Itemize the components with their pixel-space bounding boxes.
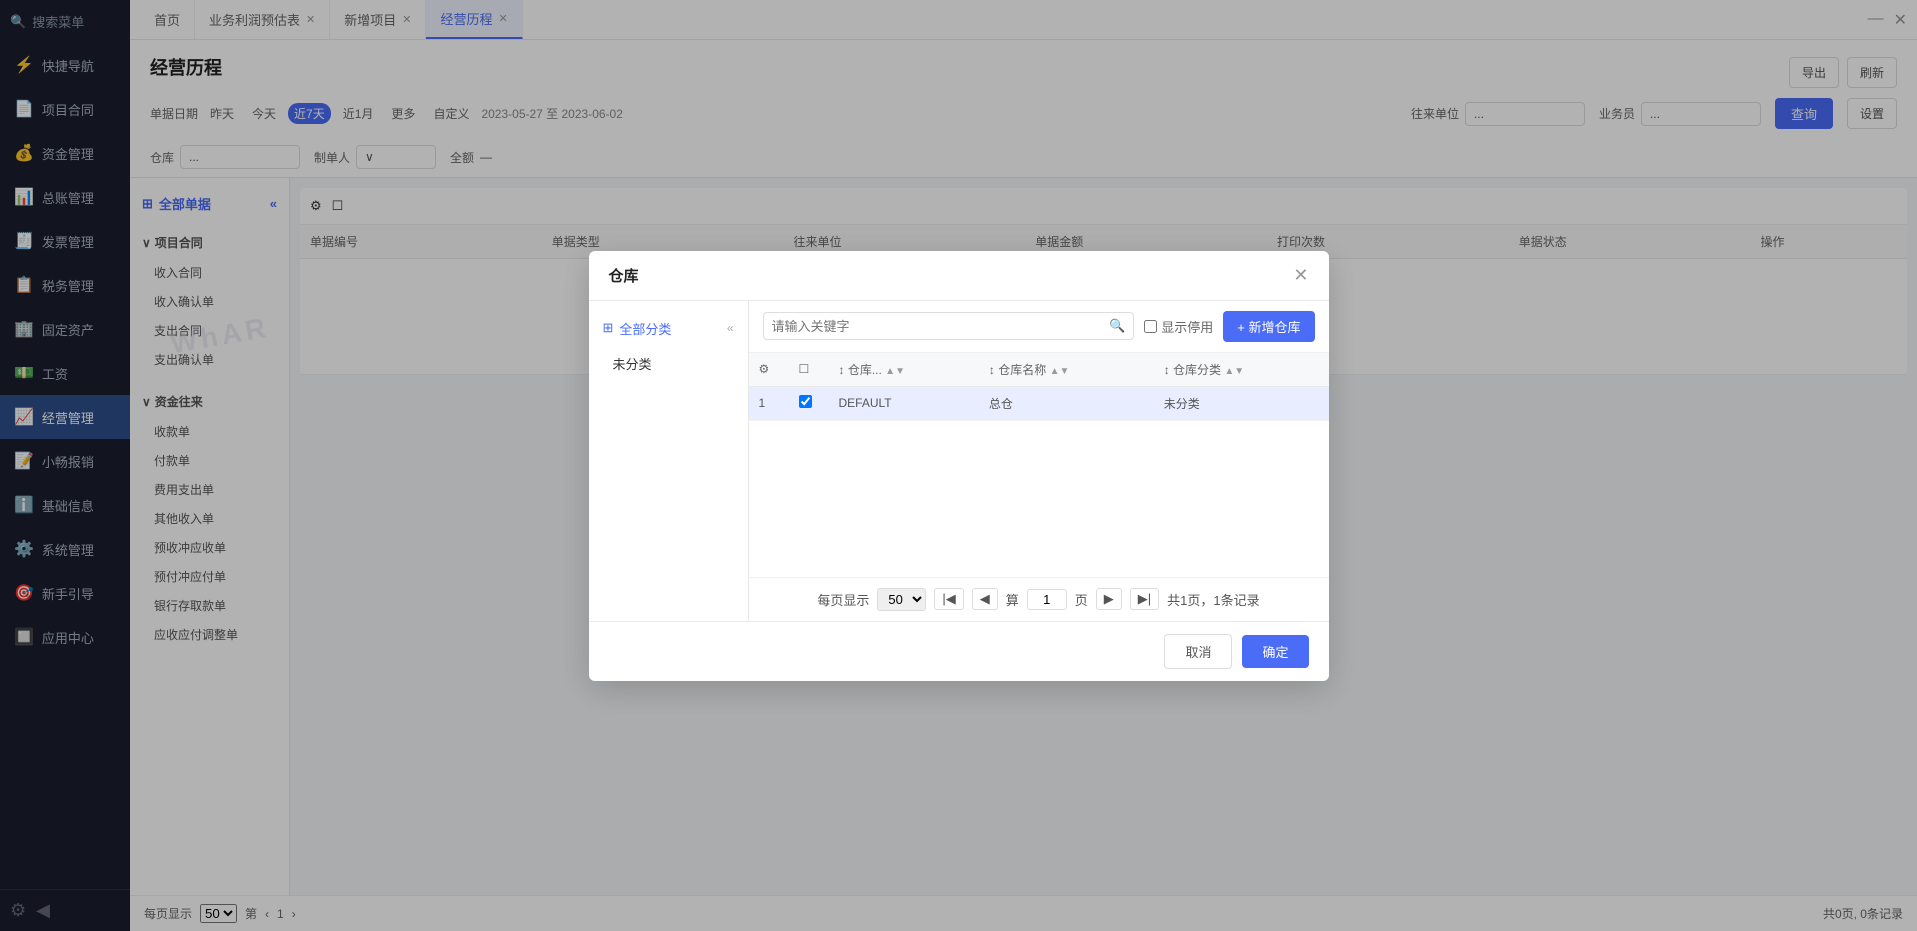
modal-row-code: DEFAULT	[829, 386, 979, 420]
modal-table-row[interactable]: 1 DEFAULT 总仓 未分类	[749, 386, 1329, 420]
modal-first-page-btn[interactable]: |◀	[934, 588, 963, 610]
modal-table-body: 1 DEFAULT 总仓 未分类	[749, 386, 1329, 420]
uncategorized-label: 未分类	[613, 354, 652, 373]
modal-page-unit: 页	[1075, 590, 1088, 609]
modal-overlay: 仓库 ✕ ⊞ 全部分类 « 未分类	[0, 0, 1917, 931]
modal-search-input-wrap: 🔍	[763, 312, 1135, 340]
modal-th-name: ↕ 仓库名称 ▲▼	[979, 353, 1154, 387]
modal-all-category[interactable]: ⊞ 全部分类 «	[589, 311, 748, 346]
modal-th-check: ☐	[789, 353, 829, 387]
show-disabled-label: 显示停用	[1161, 317, 1213, 336]
modal-row-checkbox[interactable]	[789, 386, 829, 420]
modal-close-btn[interactable]: ✕	[1293, 265, 1308, 286]
modal-prev-page-btn[interactable]: ◀	[972, 588, 998, 610]
modal-title: 仓库	[609, 265, 639, 286]
modal-table: ⚙ ☐ ↕ 仓库... ▲▼ ↕ 仓库名称 ▲▼ ↕ 仓库分类 ▲▼ 1 DEF…	[749, 353, 1329, 421]
grid-small-icon: ⊞	[603, 320, 614, 336]
modal-pagination: 每页显示 50 |◀ ◀ 算 页 ▶ ▶| 共1页，1条记录	[749, 577, 1329, 621]
modal-confirm-btn[interactable]: 确定	[1242, 635, 1308, 668]
modal-th-code: ↕ 仓库... ▲▼	[829, 353, 979, 387]
modal-total-info: 共1页，1条记录	[1167, 590, 1259, 609]
modal-left-collapse[interactable]: «	[727, 321, 734, 335]
show-disabled-checkbox-label[interactable]: 显示停用	[1144, 317, 1213, 336]
modal-row-category: 未分类	[1154, 386, 1329, 420]
modal-table-header: ⚙ ☐ ↕ 仓库... ▲▼ ↕ 仓库名称 ▲▼ ↕ 仓库分类 ▲▼	[749, 353, 1329, 387]
modal-table-area: ⚙ ☐ ↕ 仓库... ▲▼ ↕ 仓库名称 ▲▼ ↕ 仓库分类 ▲▼ 1 DEF…	[749, 353, 1329, 577]
modal-row-id: 1	[749, 386, 789, 420]
modal-jump-label: 算	[1006, 590, 1019, 609]
modal-th-category: ↕ 仓库分类 ▲▼	[1154, 353, 1329, 387]
modal-next-page-btn[interactable]: ▶	[1096, 588, 1122, 610]
modal-right-panel: 🔍 显示停用 + 新增仓库 ⚙ ☐	[749, 301, 1329, 621]
modal-per-page-label: 每页显示	[817, 590, 869, 609]
modal-cancel-btn[interactable]: 取消	[1164, 634, 1232, 669]
modal-search-icon: 🔍	[1109, 318, 1125, 334]
modal-uncategorized[interactable]: 未分类	[589, 346, 748, 381]
show-disabled-checkbox[interactable]	[1144, 320, 1157, 333]
all-category-label: 全部分类	[619, 319, 671, 338]
modal-th-settings: ⚙	[749, 353, 789, 387]
modal-page-input[interactable]	[1027, 589, 1067, 610]
modal-left-panel: ⊞ 全部分类 « 未分类	[589, 301, 749, 621]
warehouse-modal: 仓库 ✕ ⊞ 全部分类 « 未分类	[589, 251, 1329, 681]
modal-per-page-select[interactable]: 50	[877, 588, 926, 611]
modal-header: 仓库 ✕	[589, 251, 1329, 301]
add-warehouse-btn[interactable]: + 新增仓库	[1223, 311, 1314, 342]
modal-actions: 取消 确定	[589, 621, 1329, 681]
modal-search-bar: 🔍 显示停用 + 新增仓库	[749, 301, 1329, 353]
modal-search-input[interactable]	[772, 319, 1104, 334]
modal-last-page-btn[interactable]: ▶|	[1130, 588, 1159, 610]
modal-body: ⊞ 全部分类 « 未分类 🔍 显示停用	[589, 301, 1329, 621]
modal-row-name: 总仓	[979, 386, 1154, 420]
